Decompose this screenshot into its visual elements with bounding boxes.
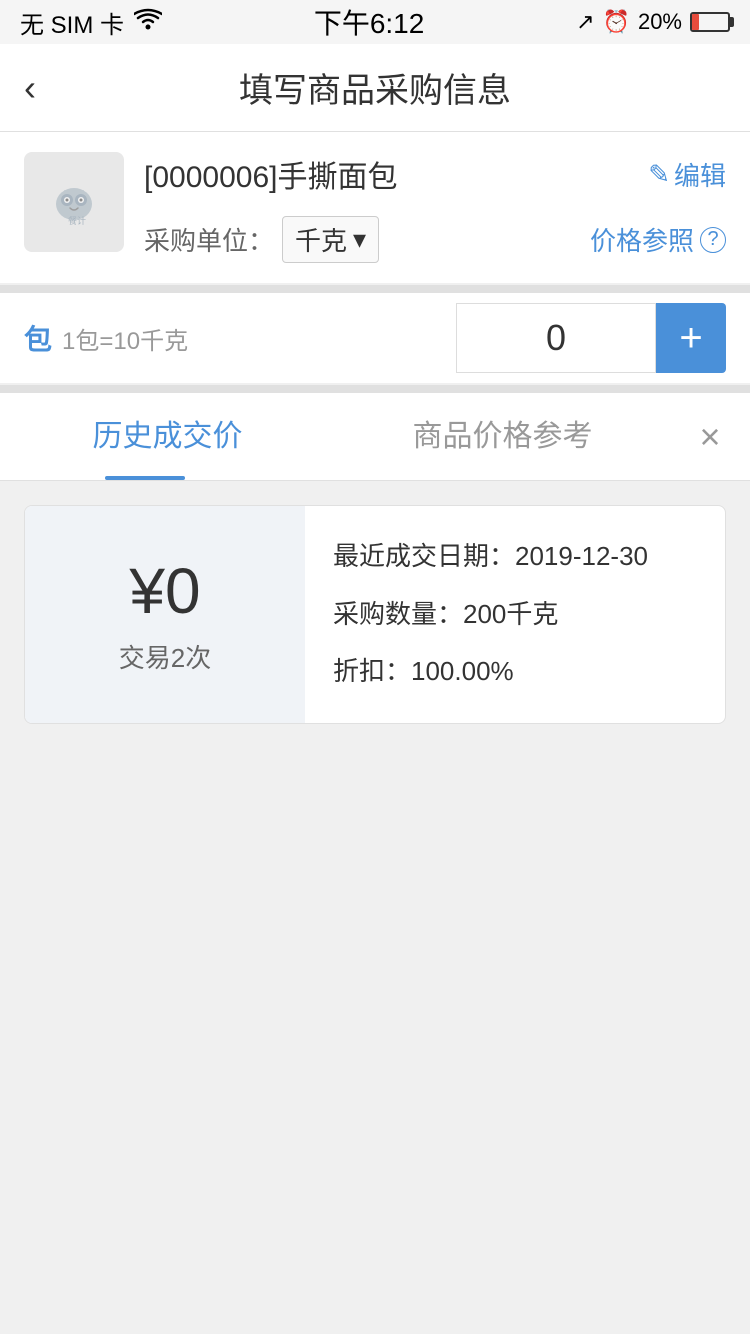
status-bar: 无 SIM 卡 下午6:12 ↗ ⏰ 20% — [0, 0, 750, 44]
unit-icon-label: 包 — [24, 318, 52, 358]
content-area: ¥0 交易2次 最近成交日期：2019-12-30 采购数量：200千克 折扣：… — [0, 481, 750, 1081]
quantity-section: 包 1包=10千克 + — [0, 293, 750, 383]
product-header: [0000006]手撕面包 ✎ 编辑 — [144, 152, 726, 196]
status-left: 无 SIM 卡 — [20, 5, 162, 40]
tab-history-price[interactable]: 历史成交价 — [0, 393, 335, 480]
battery-percent: 20% — [638, 9, 682, 35]
tab-price-ref-label: 商品价格参考 — [413, 411, 593, 463]
divider — [0, 285, 750, 293]
back-button[interactable]: ‹ — [24, 67, 36, 109]
price-count: 交易2次 — [119, 638, 211, 675]
quantity-input-wrap: + — [456, 303, 726, 373]
status-right: ↗ ⏰ 20% — [576, 9, 730, 35]
status-time: 下午6:12 — [314, 2, 425, 42]
alarm-icon: ⏰ — [603, 9, 630, 35]
price-card: ¥0 交易2次 最近成交日期：2019-12-30 采购数量：200千克 折扣：… — [24, 505, 726, 724]
product-image: 餐计 — [24, 152, 124, 252]
unit-label: 采购单位： — [144, 221, 274, 258]
tab-history-label: 历史成交价 — [93, 411, 243, 463]
nav-bar: ‹ 填写商品采购信息 — [0, 44, 750, 132]
location-icon: ↗ — [576, 9, 594, 35]
svg-text:餐计: 餐计 — [68, 215, 86, 226]
dropdown-icon: ▾ — [353, 224, 366, 255]
detail-date: 最近成交日期：2019-12-30 — [333, 536, 697, 578]
edit-icon: ✎ — [648, 159, 670, 190]
close-button[interactable]: × — [670, 393, 750, 481]
edit-label: 编辑 — [674, 156, 726, 193]
tab-product-price-ref[interactable]: 商品价格参考 — [335, 393, 670, 480]
price-amount: ¥0 — [129, 554, 200, 628]
price-right: 最近成交日期：2019-12-30 采购数量：200千克 折扣：100.00% — [305, 506, 725, 723]
wifi-icon — [134, 8, 162, 37]
unit-select[interactable]: 千克 ▾ — [282, 216, 379, 263]
tab-underline — [105, 476, 185, 480]
battery-icon — [690, 12, 730, 32]
help-icon: ? — [700, 227, 726, 253]
tabs-section: 历史成交价 商品价格参考 × — [0, 393, 750, 481]
divider-2 — [0, 385, 750, 393]
quantity-input[interactable] — [456, 303, 656, 373]
page-title: 填写商品采购信息 — [239, 63, 511, 112]
edit-button[interactable]: ✎ 编辑 — [648, 156, 726, 193]
unit-value: 千克 — [295, 221, 347, 258]
product-name: [0000006]手撕面包 — [144, 152, 397, 196]
price-ref-button[interactable]: 价格参照 ? — [590, 221, 726, 258]
detail-discount: 折扣：100.00% — [333, 651, 697, 693]
carrier-text: 无 SIM 卡 — [20, 5, 124, 40]
quantity-plus-button[interactable]: + — [656, 303, 726, 373]
price-left: ¥0 交易2次 — [25, 506, 305, 723]
product-unit-row: 采购单位： 千克 ▾ 价格参照 ? — [144, 216, 726, 263]
product-section: 餐计 [0000006]手撕面包 ✎ 编辑 采购单位： 千克 ▾ 价格参照 ? — [0, 132, 750, 283]
unit-info: 包 1包=10千克 — [24, 318, 188, 358]
price-ref-label: 价格参照 — [590, 221, 694, 258]
unit-conversion: 1包=10千克 — [62, 321, 188, 356]
product-info: [0000006]手撕面包 ✎ 编辑 采购单位： 千克 ▾ 价格参照 ? — [144, 152, 726, 263]
detail-qty: 采购数量：200千克 — [333, 594, 697, 636]
